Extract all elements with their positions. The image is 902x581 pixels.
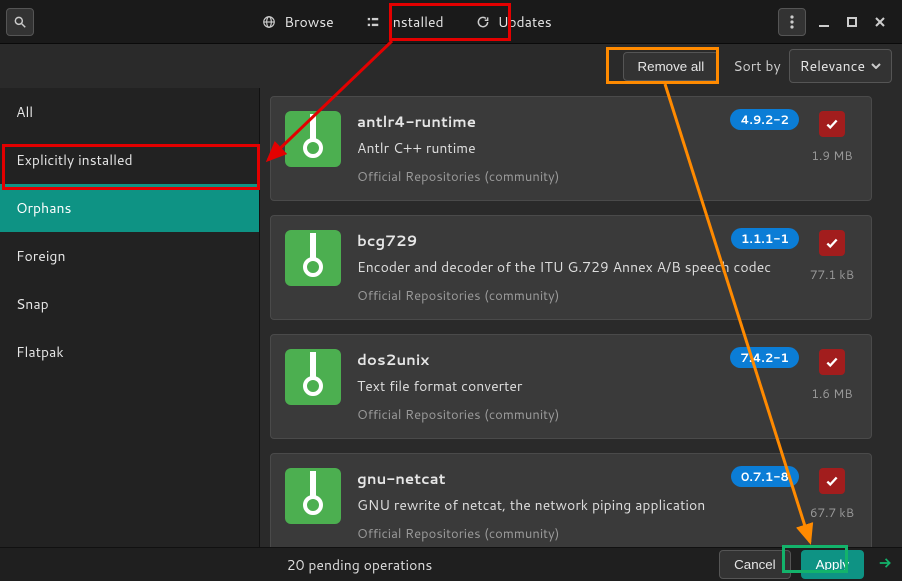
remove-marker[interactable] (819, 230, 845, 256)
sidebar: All Explicitly installed Orphans Foreign… (0, 88, 260, 547)
sidebar-label: Snap (16, 294, 49, 314)
package-side: 1.6 MB (807, 349, 857, 424)
close-icon (874, 16, 886, 28)
header-tabs: Browse Installed Updates (42, 6, 772, 38)
maximize-button[interactable] (842, 12, 862, 32)
sidebar-label: Flatpak (16, 342, 64, 362)
package-list[interactable]: antlr4-runtime Antlr C++ runtime Officia… (260, 88, 902, 547)
tab-updates-label: Updates (498, 12, 552, 32)
sidebar-item-flatpak[interactable]: Flatpak (0, 328, 259, 376)
sidebar-label: Explicitly installed (16, 150, 133, 170)
sidebar-item-orphans[interactable]: Orphans (0, 184, 259, 232)
package-desc: Text file format converter (357, 376, 791, 396)
version-badge: 1.1.1-1 (731, 228, 799, 249)
tab-browse-label: Browse (284, 12, 334, 32)
package-size: 1.6 MB (811, 385, 852, 402)
tab-installed[interactable]: Installed (352, 6, 458, 38)
chevron-down-icon (871, 63, 881, 69)
package-body: dos2unix Text file format converter Offi… (357, 349, 791, 424)
tab-updates[interactable]: Updates (462, 6, 566, 38)
check-icon (825, 117, 839, 131)
package-row[interactable]: bcg729 Encoder and decoder of the ITU G.… (270, 215, 872, 320)
list-icon (366, 15, 380, 29)
archive-icon (298, 352, 328, 402)
sort-select[interactable]: Relevance (789, 49, 892, 83)
package-row[interactable]: dos2unix Text file format converter Offi… (270, 334, 872, 439)
sidebar-label: All (16, 102, 33, 122)
pending-operations-label: 20 pending operations (10, 555, 709, 575)
remove-marker[interactable] (819, 468, 845, 494)
archive-icon (298, 233, 328, 283)
minimize-button[interactable] (814, 12, 834, 32)
sort-select-value: Relevance (800, 56, 865, 76)
main: All Explicitly installed Orphans Foreign… (0, 88, 902, 547)
package-side: 77.1 kB (807, 230, 857, 305)
tab-installed-label: Installed (388, 12, 444, 32)
cancel-button[interactable]: Cancel (719, 550, 791, 579)
titlebar: Browse Installed Updates (0, 0, 902, 44)
globe-icon (262, 15, 276, 29)
version-badge: 0.7.1-8 (731, 466, 799, 487)
sidebar-label: Orphans (16, 198, 71, 218)
package-source: Official Repositories (community) (357, 287, 791, 305)
check-icon (825, 236, 839, 250)
remove-marker[interactable] (819, 349, 845, 375)
version-badge: 7.4.2-1 (730, 347, 799, 368)
sidebar-label: Foreign (16, 246, 65, 266)
package-size: 1.9 MB (811, 147, 852, 164)
package-desc: Encoder and decoder of the ITU G.729 Ann… (357, 257, 791, 277)
sort-by-label: Sort by (733, 56, 781, 76)
archive-icon (298, 471, 328, 521)
search-icon (13, 15, 27, 29)
package-side: 1.9 MB (807, 111, 857, 186)
minimize-icon (818, 16, 830, 28)
tab-browse[interactable]: Browse (248, 6, 348, 38)
kebab-icon (790, 15, 794, 29)
package-icon (285, 468, 341, 524)
package-desc: Antlr C++ runtime (357, 138, 791, 158)
toolbar: Remove all Sort by Relevance (0, 44, 902, 88)
package-size: 67.7 kB (810, 504, 854, 521)
sidebar-item-snap[interactable]: Snap (0, 280, 259, 328)
details-arrow-icon[interactable] (878, 555, 892, 575)
search-button[interactable] (6, 8, 34, 36)
archive-icon (298, 114, 328, 164)
package-name: bcg729 (357, 230, 791, 251)
sidebar-item-explicit[interactable]: Explicitly installed (0, 136, 259, 184)
package-name: antlr4-runtime (357, 111, 791, 132)
sidebar-item-all[interactable]: All (0, 88, 259, 136)
package-body: bcg729 Encoder and decoder of the ITU G.… (357, 230, 791, 305)
remove-all-button[interactable]: Remove all (623, 52, 720, 81)
maximize-icon (846, 16, 858, 28)
package-body: gnu-netcat GNU rewrite of netcat, the ne… (357, 468, 791, 543)
package-source: Official Repositories (community) (357, 168, 791, 186)
close-button[interactable] (870, 12, 890, 32)
package-size: 77.1 kB (810, 266, 854, 283)
version-badge: 4.9.2-2 (730, 109, 799, 130)
package-icon (285, 111, 341, 167)
refresh-icon (476, 15, 490, 29)
footer: 20 pending operations Cancel Apply (0, 547, 902, 581)
package-row[interactable]: antlr4-runtime Antlr C++ runtime Officia… (270, 96, 872, 201)
check-icon (825, 355, 839, 369)
package-icon (285, 349, 341, 405)
package-desc: GNU rewrite of netcat, the network pipin… (357, 495, 791, 515)
package-source: Official Repositories (community) (357, 525, 791, 543)
package-name: gnu-netcat (357, 468, 791, 489)
package-icon (285, 230, 341, 286)
package-source: Official Repositories (community) (357, 406, 791, 424)
window-controls (772, 8, 896, 36)
package-side: 67.7 kB (807, 468, 857, 543)
package-name: dos2unix (357, 349, 791, 370)
sidebar-item-foreign[interactable]: Foreign (0, 232, 259, 280)
app-menu-button[interactable] (778, 8, 806, 36)
package-body: antlr4-runtime Antlr C++ runtime Officia… (357, 111, 791, 186)
remove-marker[interactable] (819, 111, 845, 137)
check-icon (825, 474, 839, 488)
package-row[interactable]: gnu-netcat GNU rewrite of netcat, the ne… (270, 453, 872, 547)
apply-button[interactable]: Apply (801, 550, 864, 579)
